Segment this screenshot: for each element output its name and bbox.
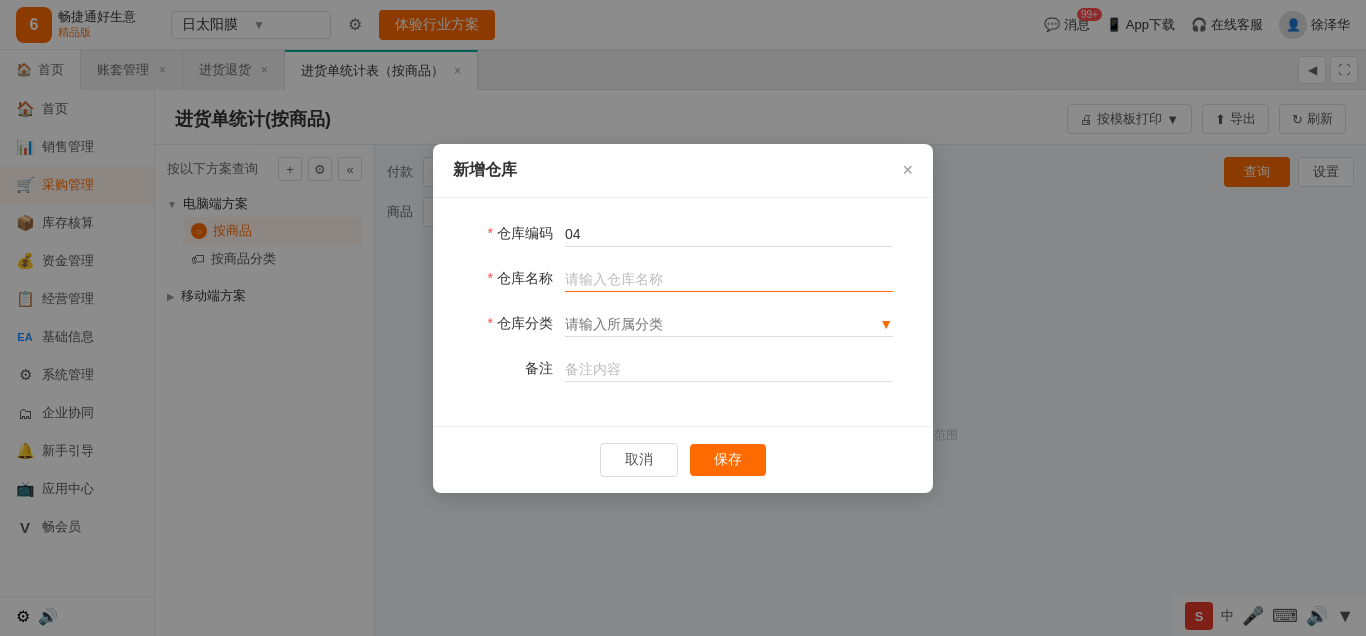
form-row-category: 仓库分类 ▼ xyxy=(473,312,893,337)
modal-header: 新增仓库 × xyxy=(433,144,933,198)
category-label: 仓库分类 xyxy=(473,315,553,333)
modal-title: 新增仓库 xyxy=(453,160,517,181)
code-label: 仓库编码 xyxy=(473,225,553,243)
form-row-code: 仓库编码 xyxy=(473,222,893,247)
save-button[interactable]: 保存 xyxy=(690,444,766,476)
cancel-button[interactable]: 取消 xyxy=(600,443,678,477)
remark-label: 备注 xyxy=(473,360,553,378)
modal-body: 仓库编码 仓库名称 仓库分类 ▼ 备注 xyxy=(433,198,933,426)
category-arrow-icon: ▼ xyxy=(879,316,893,332)
name-input[interactable] xyxy=(565,267,893,292)
code-input[interactable] xyxy=(565,222,893,247)
add-warehouse-modal: 新增仓库 × 仓库编码 仓库名称 仓库分类 ▼ xyxy=(433,144,933,493)
category-input[interactable] xyxy=(565,316,879,332)
modal-close-btn[interactable]: × xyxy=(902,161,913,179)
name-label: 仓库名称 xyxy=(473,270,553,288)
form-row-name: 仓库名称 xyxy=(473,267,893,292)
modal-overlay: 新增仓库 × 仓库编码 仓库名称 仓库分类 ▼ xyxy=(0,0,1366,636)
remark-input[interactable] xyxy=(565,357,893,382)
category-select[interactable]: ▼ xyxy=(565,312,893,337)
modal-footer: 取消 保存 xyxy=(433,426,933,493)
form-row-remark: 备注 xyxy=(473,357,893,382)
